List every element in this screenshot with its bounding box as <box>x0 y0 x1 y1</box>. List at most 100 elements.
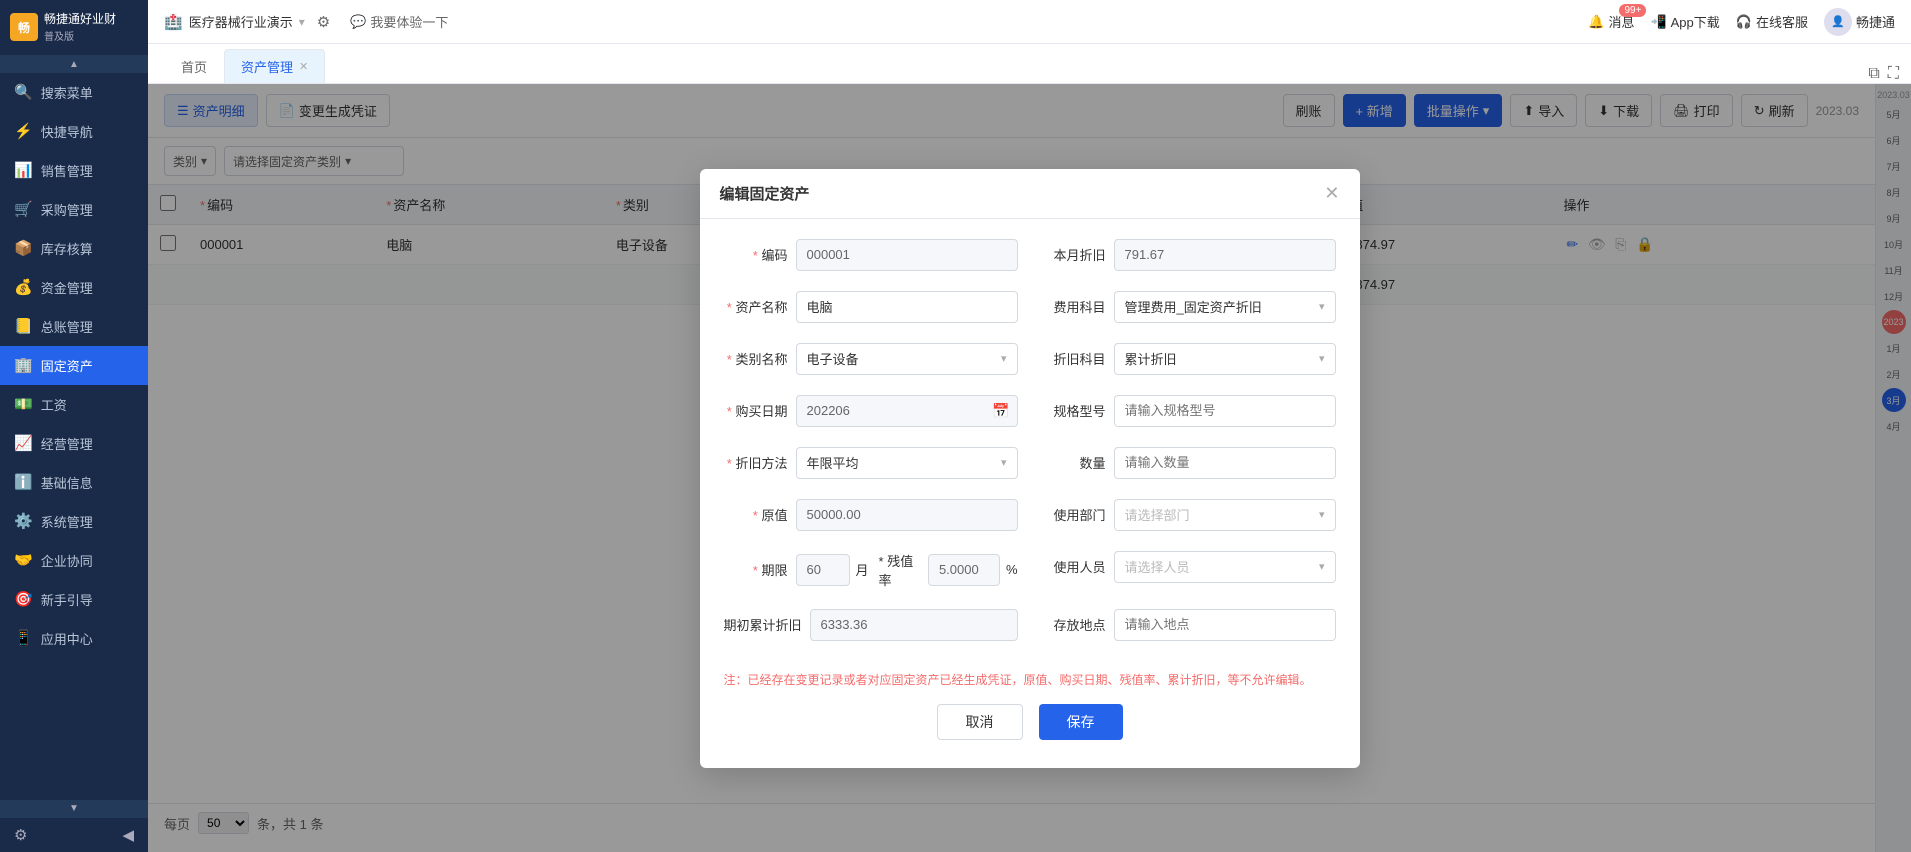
modal-body: * 编码 本月折旧 <box>700 219 1360 768</box>
purchase-date-input[interactable] <box>796 395 1018 427</box>
sidebar-item-label: 企业协同 <box>41 551 93 570</box>
headset-icon: 🎧 <box>1736 14 1752 30</box>
calendar-icon[interactable]: 📅 <box>992 402 1009 419</box>
sidebar-item-ledger[interactable]: 📒 总账管理 <box>0 307 148 346</box>
residual-rate-input[interactable] <box>928 554 1000 586</box>
app-download-label: App下载 <box>1671 12 1720 31</box>
form-row-5: * 折旧方法 年限平均 ▾ 数量 <box>724 447 1336 479</box>
category-select[interactable]: 电子设备 ▾ <box>796 343 1018 375</box>
department-select[interactable]: 请选择部门 ▾ <box>1114 499 1336 531</box>
purchase-date-label: * 购买日期 <box>724 401 788 420</box>
sidebar-item-purchase[interactable]: 🛒 采购管理 <box>0 190 148 229</box>
tab-asset-management[interactable]: 资产管理 ✕ <box>224 49 325 83</box>
sidebar-logo-icon: 畅 <box>10 13 38 41</box>
quantity-input[interactable] <box>1114 447 1336 479</box>
form-field-category: * 类别名称 电子设备 ▾ <box>724 343 1018 375</box>
person-chevron-icon: ▾ <box>1319 560 1325 573</box>
sidebar-item-search[interactable]: 🔍 搜索菜单 <box>0 73 148 112</box>
online-service-label: 在线客服 <box>1756 12 1808 31</box>
app-download-button[interactable]: 📲 App下载 <box>1650 12 1719 31</box>
monthly-dep-input[interactable] <box>1114 239 1336 271</box>
dep-account-label: 折旧科目 <box>1042 349 1106 368</box>
form-field-expense-account: 费用科目 管理费用_固定资产折旧 ▾ <box>1042 291 1336 323</box>
tabbar: 首页 资产管理 ✕ ⧉ ⛶ <box>148 44 1911 84</box>
tab-close-icon[interactable]: ✕ <box>299 60 308 73</box>
window-restore-icon[interactable]: ⧉ <box>1868 65 1879 83</box>
code-input[interactable] <box>796 239 1018 271</box>
period-residual-wrap: 月 * 残值率 % <box>796 551 1018 589</box>
sidebar-item-payroll[interactable]: 💵 工资 <box>0 385 148 424</box>
expense-account-select[interactable]: 管理费用_固定资产折旧 ▾ <box>1114 291 1336 323</box>
form-field-period: * 期限 月 * 残值率 % <box>724 551 1018 589</box>
sidebar-scroll-down[interactable]: ▼ <box>0 800 148 817</box>
modal-close-icon[interactable]: ✕ <box>1324 183 1339 204</box>
spec-input[interactable] <box>1114 395 1336 427</box>
funds-icon: 💰 <box>14 278 33 296</box>
period-input[interactable] <box>796 554 850 586</box>
sidebar-scroll-up[interactable]: ▲ <box>0 56 148 73</box>
dep-account-select[interactable]: 累计折旧 ▾ <box>1114 343 1336 375</box>
person-select[interactable]: 请选择人员 ▾ <box>1114 551 1336 583</box>
dep-method-select[interactable]: 年限平均 ▾ <box>796 447 1018 479</box>
sidebar-item-label: 总账管理 <box>41 317 93 336</box>
dep-account-value: 累计折旧 <box>1125 349 1177 368</box>
spec-label: 规格型号 <box>1042 401 1106 420</box>
user-menu[interactable]: 👤 畅捷通 <box>1824 8 1895 36</box>
sidebar-item-app-center[interactable]: 📱 应用中心 <box>0 619 148 658</box>
sidebar-item-enterprise[interactable]: 🤝 企业协同 <box>0 541 148 580</box>
sidebar-item-operations[interactable]: 📈 经营管理 <box>0 424 148 463</box>
fixed-assets-icon: 🏢 <box>14 356 33 374</box>
sidebar-item-system[interactable]: ⚙️ 系统管理 <box>0 502 148 541</box>
sidebar-item-label: 快捷导航 <box>41 122 93 141</box>
sidebar-item-funds[interactable]: 💰 资金管理 <box>0 268 148 307</box>
sidebar-item-fixed-assets[interactable]: 🏢 固定资产 <box>0 346 148 385</box>
form-row-3: * 类别名称 电子设备 ▾ 折旧科目 累计折旧 <box>724 343 1336 375</box>
form-field-asset-name: * 资产名称 <box>724 291 1018 323</box>
app-center-icon: 📱 <box>14 629 33 647</box>
notification-badge: 99+ <box>1619 4 1646 17</box>
period-unit: 月 <box>856 560 869 579</box>
online-service-button[interactable]: 🎧 在线客服 <box>1736 12 1808 31</box>
cancel-button[interactable]: 取消 <box>937 704 1023 740</box>
sidebar-item-basic-info[interactable]: ℹ️ 基础信息 <box>0 463 148 502</box>
expense-chevron-icon: ▾ <box>1319 300 1325 313</box>
notifications-button[interactable]: 🔔 消息 99+ <box>1588 12 1634 31</box>
sidebar-item-inventory[interactable]: 📦 库存核算 <box>0 229 148 268</box>
window-expand-icon[interactable]: ⛶ <box>1888 65 1899 83</box>
form-field-quantity: 数量 <box>1042 447 1336 479</box>
original-value-input[interactable] <box>796 499 1018 531</box>
location-input[interactable] <box>1114 609 1336 641</box>
guide-icon: 🎯 <box>14 590 33 608</box>
form-field-spec: 规格型号 <box>1042 395 1336 427</box>
residual-rate-label: * 残值率 <box>879 551 918 589</box>
asset-name-input[interactable] <box>796 291 1018 323</box>
initial-dep-input[interactable] <box>810 609 1018 641</box>
company-selector[interactable]: 🏥 医疗器械行业演示 ▾ <box>164 12 305 31</box>
enterprise-icon: 🤝 <box>14 551 33 569</box>
dep-method-value: 年限平均 <box>807 453 859 472</box>
period-label: * 期限 <box>724 560 788 579</box>
original-value-label: * 原值 <box>724 505 788 524</box>
quick-nav-icon: ⚡ <box>14 122 33 140</box>
collapse-icon[interactable]: ◀ <box>122 826 134 844</box>
sidebar-item-guide[interactable]: 🎯 新手引导 <box>0 580 148 619</box>
sidebar-app-edition: 普及版 <box>44 28 116 43</box>
form-row-4: * 购买日期 📅 规格型号 <box>724 395 1336 427</box>
sidebar-item-sales[interactable]: 📊 销售管理 <box>0 151 148 190</box>
feedback-link[interactable]: 💬 我要体验一下 <box>350 12 448 31</box>
topbar-settings-icon[interactable]: ⚙ <box>317 13 330 31</box>
sidebar-item-label: 库存核算 <box>41 239 93 258</box>
search-icon: 🔍 <box>14 83 33 101</box>
sidebar-item-label: 经营管理 <box>41 434 93 453</box>
tab-home[interactable]: 首页 <box>164 49 224 83</box>
sidebar-item-label: 固定资产 <box>41 356 93 375</box>
category-name-label: * 类别名称 <box>724 349 788 368</box>
tab-home-label: 首页 <box>181 57 207 76</box>
save-button[interactable]: 保存 <box>1039 704 1123 740</box>
settings-icon[interactable]: ⚙ <box>14 826 27 844</box>
payroll-icon: 💵 <box>14 395 33 413</box>
sidebar-item-quick-nav[interactable]: ⚡ 快捷导航 <box>0 112 148 151</box>
operations-icon: 📈 <box>14 434 33 452</box>
code-label: * 编码 <box>724 245 788 264</box>
sidebar-nav: 🔍 搜索菜单 ⚡ 快捷导航 📊 销售管理 🛒 采购管理 📦 库存核算 💰 资金管… <box>0 73 148 800</box>
